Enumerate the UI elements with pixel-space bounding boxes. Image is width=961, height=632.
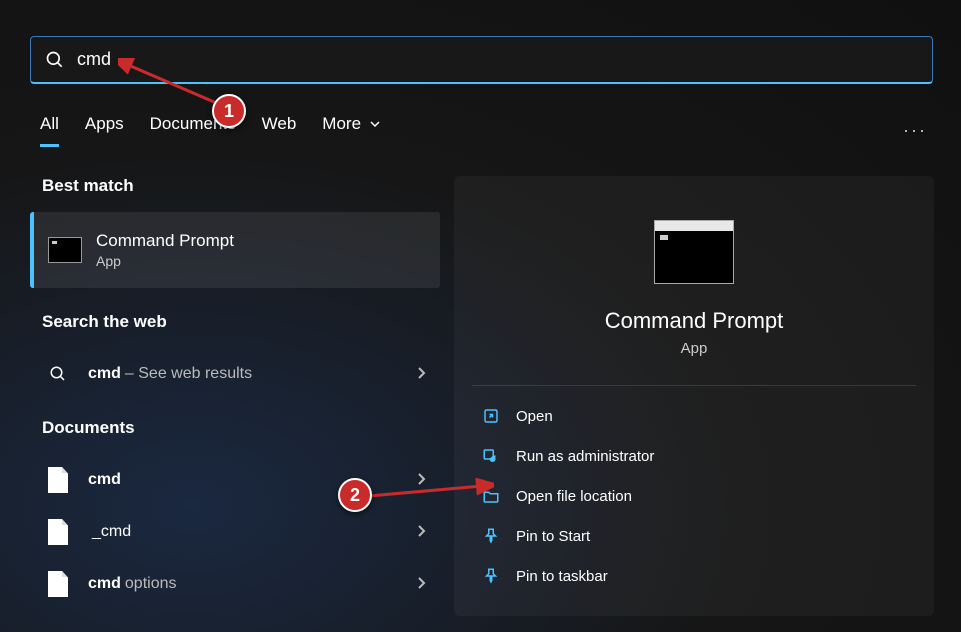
chevron-right-icon: [416, 576, 426, 593]
filter-tabs: All Apps Documents Web More: [40, 114, 380, 147]
document-icon: [48, 467, 68, 493]
pin-icon: [482, 567, 500, 585]
document-icon: [48, 571, 68, 597]
web-result-suffix: – See web results: [125, 365, 252, 383]
action-label: Pin to taskbar: [516, 568, 608, 585]
search-web-heading: Search the web: [42, 312, 440, 332]
action-run-as-administrator[interactable]: Run as administrator: [472, 436, 916, 476]
tab-apps[interactable]: Apps: [85, 114, 124, 147]
action-open[interactable]: Open: [472, 396, 916, 436]
documents-heading: Documents: [42, 418, 440, 438]
search-icon: [45, 50, 65, 70]
annotation-badge-1: 1: [212, 94, 246, 128]
best-match-title: Command Prompt: [96, 231, 234, 251]
action-label: Open file location: [516, 488, 632, 505]
pin-icon: [482, 527, 500, 545]
action-pin-to-taskbar[interactable]: Pin to taskbar: [472, 556, 916, 596]
open-icon: [482, 407, 500, 425]
doc-name-rest: _cmd: [92, 523, 131, 541]
web-result-item[interactable]: cmd – See web results: [30, 348, 440, 400]
document-result[interactable]: _cmd: [30, 506, 440, 558]
admin-shield-icon: [482, 447, 500, 465]
panel-title: Command Prompt: [605, 308, 784, 334]
chevron-right-icon: [416, 472, 426, 489]
folder-icon: [482, 487, 500, 505]
results-column: Best match Command Prompt App Search the…: [30, 176, 440, 610]
doc-name-rest: options: [125, 575, 177, 593]
best-match-subtitle: App: [96, 253, 234, 269]
command-prompt-icon: [654, 220, 734, 284]
action-label: Pin to Start: [516, 528, 590, 545]
document-result[interactable]: cmdoptions: [30, 558, 440, 610]
tab-web[interactable]: Web: [262, 114, 297, 147]
search-bar[interactable]: [30, 36, 933, 84]
search-icon: [44, 365, 72, 383]
doc-name-bold: cmd: [88, 575, 121, 593]
panel-subtitle: App: [681, 340, 708, 357]
tab-all[interactable]: All: [40, 114, 59, 147]
tab-more-label: More: [322, 114, 361, 133]
doc-name-bold: cmd: [88, 471, 121, 489]
action-label: Run as administrator: [516, 448, 654, 465]
chevron-down-icon: [370, 114, 380, 133]
chevron-right-icon: [416, 524, 426, 541]
tab-more[interactable]: More: [322, 114, 379, 147]
document-icon: [48, 519, 68, 545]
action-open-file-location[interactable]: Open file location: [472, 476, 916, 516]
command-prompt-icon: [48, 237, 82, 263]
chevron-right-icon: [416, 366, 426, 383]
action-label: Open: [516, 408, 553, 425]
best-match-result[interactable]: Command Prompt App: [30, 212, 440, 288]
document-result[interactable]: cmd: [30, 454, 440, 506]
search-input[interactable]: [77, 49, 918, 70]
overflow-button[interactable]: ···: [903, 120, 927, 141]
best-match-heading: Best match: [42, 176, 440, 196]
divider: [472, 385, 916, 386]
details-panel: Command Prompt App Open Run as administr…: [454, 176, 934, 616]
action-pin-to-start[interactable]: Pin to Start: [472, 516, 916, 556]
web-result-query: cmd: [88, 365, 121, 383]
annotation-badge-2: 2: [338, 478, 372, 512]
